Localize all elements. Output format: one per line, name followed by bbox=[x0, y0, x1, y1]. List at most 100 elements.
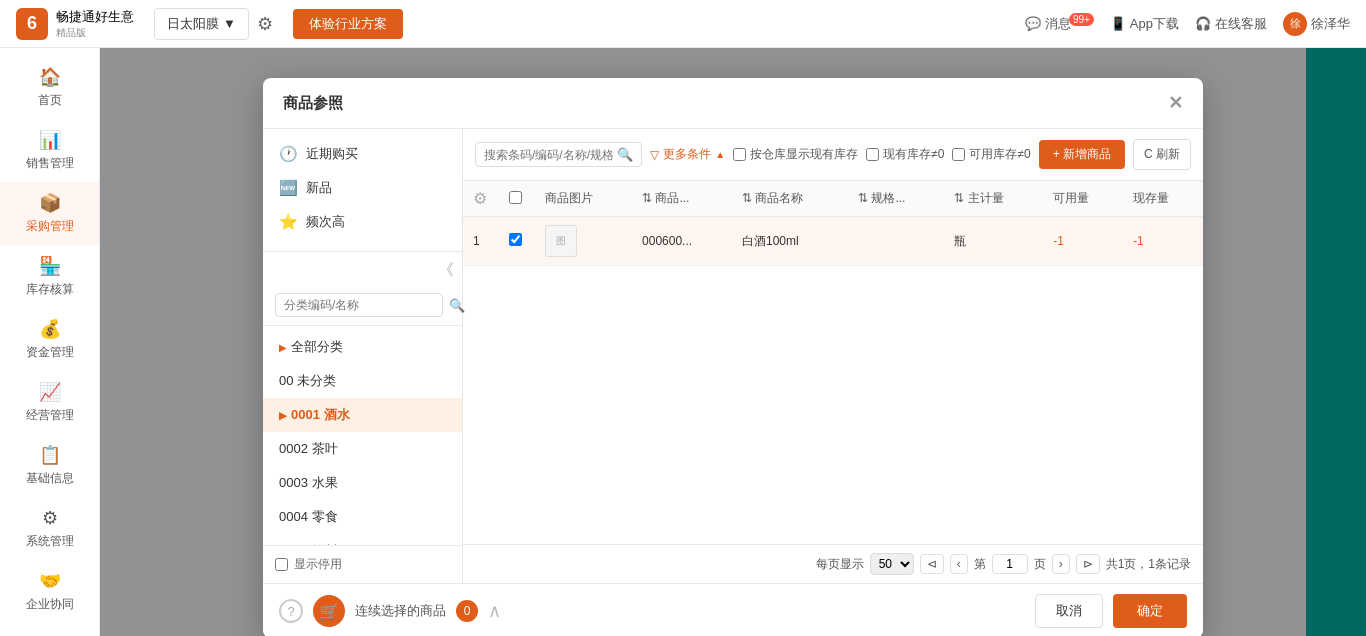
modal-left-panel: 🕐 近期购买 🆕 新品 ⭐ 频次高 bbox=[263, 129, 463, 583]
th-code[interactable]: ⇅ 商品... bbox=[632, 181, 732, 217]
sidebar-item-guide[interactable]: 📖 新手引导 bbox=[0, 623, 99, 636]
sidebar-item-basics[interactable]: 📋 基础信息 bbox=[0, 434, 99, 497]
inventory-icon: 🏪 bbox=[39, 255, 61, 277]
total-records-label: 共1页，1条记录 bbox=[1106, 556, 1191, 573]
category-all[interactable]: ▶ 全部分类 bbox=[263, 330, 462, 364]
sidebar-item-inventory[interactable]: 🏪 库存核算 bbox=[0, 245, 99, 308]
modal-close-button[interactable]: ✕ bbox=[1168, 92, 1183, 114]
sidebar-item-system[interactable]: ⚙ 系统管理 bbox=[0, 497, 99, 560]
footer-collapse-button[interactable]: ∧ bbox=[488, 600, 501, 622]
sort-icon-code: ⇅ bbox=[642, 191, 652, 205]
modal-title: 商品参照 bbox=[283, 94, 343, 113]
footer-right: 取消 确定 bbox=[1035, 594, 1187, 628]
sort-icon-unit: ⇅ bbox=[954, 191, 964, 205]
help-icon[interactable]: ? bbox=[279, 599, 303, 623]
category-liquor[interactable]: ▶ 0001 酒水 bbox=[263, 398, 462, 432]
pagination-row: 每页显示 50 ⊲ ‹ 第 页 › ⊳ 共1页，1条记录 bbox=[463, 544, 1203, 583]
app-download-button[interactable]: 📱 App下载 bbox=[1110, 15, 1179, 33]
category-fruit[interactable]: 0003 水果 bbox=[263, 466, 462, 500]
confirm-button[interactable]: 确定 bbox=[1113, 594, 1187, 628]
product-thumbnail: 图 bbox=[545, 225, 577, 257]
table-body: 1 图 000600... 白酒100ml bbox=[463, 217, 1203, 266]
warehouse-stock-checkbox-label[interactable]: 按仓库显示现有库存 bbox=[733, 146, 858, 163]
th-checkbox bbox=[499, 181, 535, 217]
modal-body: 🕐 近期购买 🆕 新品 ⭐ 频次高 bbox=[263, 129, 1203, 583]
product-dropdown[interactable]: 日太阳膜 ▼ bbox=[154, 8, 249, 40]
sidebar-item-enterprise[interactable]: 🤝 企业协同 bbox=[0, 560, 99, 623]
select-all-checkbox[interactable] bbox=[509, 191, 522, 204]
sidebar-item-operations[interactable]: 📈 经营管理 bbox=[0, 371, 99, 434]
filter-button[interactable]: ▽ 更多条件 ▲ bbox=[650, 146, 725, 163]
product-search-input[interactable] bbox=[484, 148, 613, 162]
per-page-select[interactable]: 50 bbox=[870, 553, 914, 575]
th-spec[interactable]: ⇅ 规格... bbox=[848, 181, 944, 217]
category-snacks[interactable]: 0004 零食 bbox=[263, 500, 462, 534]
page-number-input[interactable] bbox=[992, 554, 1028, 574]
prev-page-button[interactable]: ‹ bbox=[950, 554, 968, 574]
cell-spec bbox=[848, 217, 944, 266]
settings-icon[interactable]: ⚙ bbox=[249, 8, 281, 40]
th-image: 商品图片 bbox=[535, 181, 632, 217]
filter-icon: ▽ bbox=[650, 148, 659, 162]
user-profile-button[interactable]: 徐 徐泽华 bbox=[1283, 12, 1350, 36]
modal-header: 商品参照 ✕ bbox=[263, 78, 1203, 129]
refresh-button[interactable]: C 刷新 bbox=[1133, 139, 1191, 170]
product-search-box: 🔍 bbox=[475, 142, 642, 167]
cell-index: 1 bbox=[463, 217, 499, 266]
available-stock-checkbox-label[interactable]: 可用库存≠0 bbox=[952, 146, 1030, 163]
category-search-input[interactable] bbox=[275, 293, 443, 317]
sidebar-item-purchase[interactable]: 📦 采购管理 bbox=[0, 182, 99, 245]
category-uncategorized[interactable]: 00 未分类 bbox=[263, 364, 462, 398]
footer-left: ? 🛒 连续选择的商品 0 ∧ bbox=[279, 595, 501, 627]
show-disabled-label[interactable]: 显示停用 bbox=[275, 556, 450, 573]
phone-icon: 📱 bbox=[1110, 16, 1126, 31]
first-page-button[interactable]: ⊲ bbox=[920, 554, 944, 574]
current-stock-checkbox-label[interactable]: 现有库存≠0 bbox=[866, 146, 944, 163]
available-stock-checkbox[interactable] bbox=[952, 148, 965, 161]
category-list: ▶ 全部分类 00 未分类 ▶ 0001 酒水 0002 茶 bbox=[263, 326, 462, 545]
filter-collapse-icon: ▲ bbox=[715, 149, 725, 160]
messages-button[interactable]: 💬 消息 99+ bbox=[1025, 15, 1094, 33]
table-row[interactable]: 1 图 000600... 白酒100ml bbox=[463, 217, 1203, 266]
cell-stock: -1 bbox=[1123, 217, 1203, 266]
cart-button[interactable]: 🛒 bbox=[313, 595, 345, 627]
warehouse-stock-checkbox[interactable] bbox=[733, 148, 746, 161]
frequent-item[interactable]: ⭐ 频次高 bbox=[263, 205, 462, 239]
column-settings-icon[interactable]: ⚙ bbox=[473, 190, 487, 207]
product-table: ⚙ 商品图片 bbox=[463, 181, 1203, 266]
add-product-button[interactable]: + 新增商品 bbox=[1039, 140, 1125, 169]
cell-unit: 瓶 bbox=[944, 217, 1043, 266]
current-stock-checkbox[interactable] bbox=[866, 148, 879, 161]
chevron-down-icon: ▼ bbox=[223, 16, 236, 31]
category-drinks[interactable]: 0005 饮料 bbox=[263, 534, 462, 545]
cart-icon: 🛒 bbox=[319, 602, 339, 621]
clock-icon: 🕐 bbox=[279, 145, 298, 163]
collapse-left-icon[interactable]: 《 bbox=[438, 260, 454, 281]
th-name[interactable]: ⇅ 商品名称 bbox=[732, 181, 848, 217]
system-icon: ⚙ bbox=[42, 507, 58, 529]
cell-available: -1 bbox=[1043, 217, 1123, 266]
show-disabled-checkbox[interactable] bbox=[275, 558, 288, 571]
basics-icon: 📋 bbox=[39, 444, 61, 466]
trial-button[interactable]: 体验行业方案 bbox=[293, 9, 403, 39]
next-page-button[interactable]: › bbox=[1052, 554, 1070, 574]
row-select-checkbox[interactable] bbox=[509, 233, 522, 246]
sort-icon-name: ⇅ bbox=[742, 191, 752, 205]
cancel-button[interactable]: 取消 bbox=[1035, 594, 1103, 628]
last-page-button[interactable]: ⊳ bbox=[1076, 554, 1100, 574]
cell-image: 图 bbox=[535, 217, 632, 266]
category-tea[interactable]: 0002 茶叶 bbox=[263, 432, 462, 466]
messages-badge: 99+ bbox=[1069, 13, 1094, 26]
sidebar-item-home[interactable]: 🏠 首页 bbox=[0, 56, 99, 119]
sidebar-item-finance[interactable]: 💰 资金管理 bbox=[0, 308, 99, 371]
th-unit[interactable]: ⇅ 主计量 bbox=[944, 181, 1043, 217]
finance-icon: 💰 bbox=[39, 318, 61, 340]
sidebar-item-sales[interactable]: 📊 销售管理 bbox=[0, 119, 99, 182]
product-reference-modal: 商品参照 ✕ 🕐 近期购买 🆕 新品 bbox=[263, 78, 1203, 636]
new-products-item[interactable]: 🆕 新品 bbox=[263, 171, 462, 205]
search-icon[interactable]: 🔍 bbox=[617, 147, 633, 162]
modal-quick-nav: 🕐 近期购买 🆕 新品 ⭐ 频次高 bbox=[263, 129, 462, 247]
online-service-button[interactable]: 🎧 在线客服 bbox=[1195, 15, 1267, 33]
modal-overlay: 商品参照 ✕ 🕐 近期购买 🆕 新品 bbox=[100, 48, 1366, 636]
recent-purchase-item[interactable]: 🕐 近期购买 bbox=[263, 137, 462, 171]
